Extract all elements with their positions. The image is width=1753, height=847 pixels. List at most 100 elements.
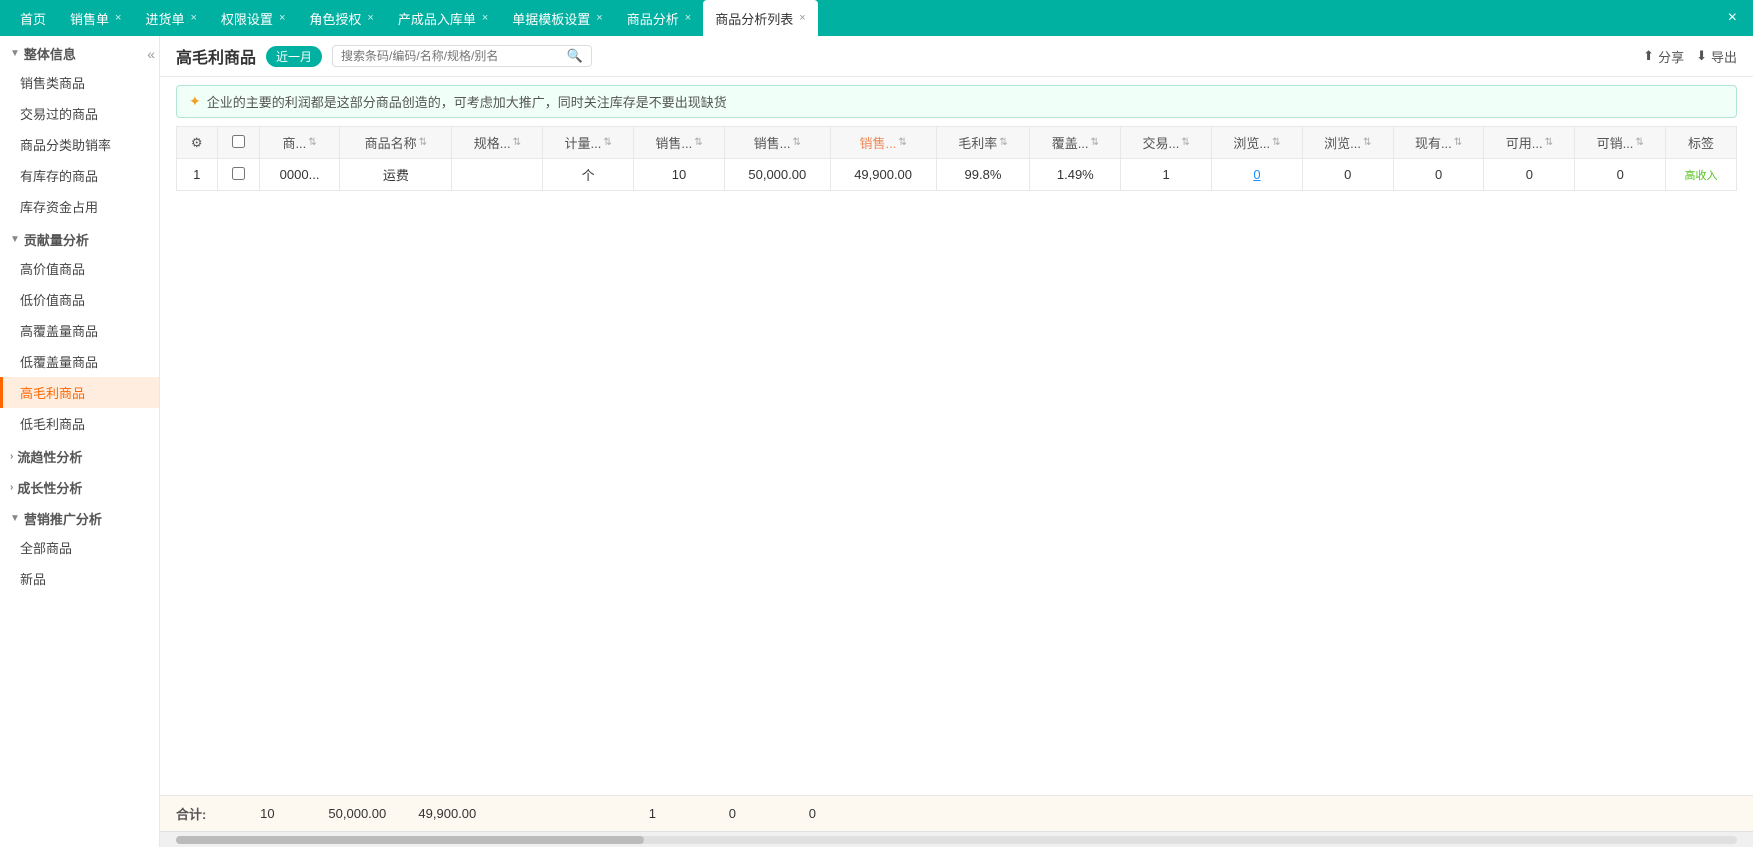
close-all-tabs[interactable]: × xyxy=(1720,9,1745,27)
arrow-marketing: ▼ xyxy=(10,513,20,524)
arrow-growth: › xyxy=(10,482,13,493)
footer-placeholder3 xyxy=(852,806,912,821)
col-code[interactable]: 商... ⇅ xyxy=(259,127,339,159)
col-name[interactable]: 商品名称 ⇅ xyxy=(340,127,452,159)
sort-icon-sales-profit: ⇅ xyxy=(898,137,906,148)
col-available-stock[interactable]: 可用... ⇅ xyxy=(1484,127,1575,159)
cell-checkbox[interactable] xyxy=(217,159,259,191)
cell-spec xyxy=(452,159,543,191)
close-analysis-list-tab[interactable]: × xyxy=(799,12,805,24)
footer-values: 10 50,000.00 49,900.00 1 0 0 xyxy=(222,806,1737,821)
sort-icon-saleable-stock: ⇅ xyxy=(1635,137,1643,148)
data-table: ⚙ 商... ⇅ xyxy=(176,126,1737,191)
browse1-link[interactable]: 0 xyxy=(1253,167,1260,182)
select-all-checkbox[interactable] xyxy=(232,135,245,148)
row-checkbox[interactable] xyxy=(232,167,245,180)
sidebar-item-stock-goods[interactable]: 有库存的商品 xyxy=(0,160,159,191)
footer-placeholder4 xyxy=(912,806,972,821)
search-icon[interactable]: 🔍 xyxy=(567,48,583,64)
col-unit[interactable]: 计量... ⇅ xyxy=(543,127,634,159)
tab-permission[interactable]: 权限设置 × xyxy=(209,0,297,36)
col-sales-qty[interactable]: 销售... ⇅ xyxy=(634,127,725,159)
col-current-stock[interactable]: 现有... ⇅ xyxy=(1393,127,1484,159)
cell-gross-margin: 99.8% xyxy=(936,159,1030,191)
close-purchase-tab[interactable]: × xyxy=(190,12,196,24)
tag-badge: 高收入 xyxy=(1685,170,1718,182)
sidebar-section-trend[interactable]: › 流趋性分析 xyxy=(0,439,159,470)
col-trade-count[interactable]: 交易... ⇅ xyxy=(1121,127,1212,159)
sidebar-item-low-value[interactable]: 低价值商品 xyxy=(0,284,159,315)
col-sales-amount[interactable]: 销售... ⇅ xyxy=(724,127,830,159)
close-template-tab[interactable]: × xyxy=(596,12,602,24)
sidebar-item-traded-goods[interactable]: 交易过的商品 xyxy=(0,98,159,129)
sort-icon-coverage: ⇅ xyxy=(1091,137,1099,148)
tab-analysis-list[interactable]: 商品分析列表 × xyxy=(703,0,817,36)
sort-icon-browse1: ⇅ xyxy=(1272,137,1280,148)
sidebar-section-contribution[interactable]: ▼ 贡献量分析 xyxy=(0,222,159,253)
tab-template[interactable]: 单据模板设置 × xyxy=(500,0,614,36)
sidebar-section-overall[interactable]: ▼ 整体信息 xyxy=(0,36,159,67)
close-permission-tab[interactable]: × xyxy=(279,12,285,24)
col-gross-margin[interactable]: 毛利率 ⇅ xyxy=(936,127,1030,159)
settings-icon[interactable]: ⚙ xyxy=(191,135,203,151)
tab-sales[interactable]: 销售单 × xyxy=(58,0,133,36)
filter-recent-month-btn[interactable]: 近一月 xyxy=(266,46,322,67)
horizontal-scrollbar[interactable] xyxy=(160,831,1753,847)
sidebar-item-low-margin[interactable]: 低毛利商品 xyxy=(0,408,159,439)
table-footer: 合计: 10 50,000.00 49,900.00 1 0 0 xyxy=(160,795,1753,831)
tab-role[interactable]: 角色授权 × xyxy=(297,0,385,36)
cell-tag: 高收入 xyxy=(1666,159,1737,191)
tab-analysis[interactable]: 商品分析 × xyxy=(615,0,703,36)
col-tag: 标签 xyxy=(1666,127,1737,159)
sidebar-collapse-btn[interactable]: « xyxy=(143,44,159,64)
close-analysis-tab[interactable]: × xyxy=(685,12,691,24)
tab-product-inbound[interactable]: 产成品入库单 × xyxy=(386,0,500,36)
top-nav: 首页 销售单 × 进货单 × 权限设置 × 角色授权 × 产成品入库单 × 单据… xyxy=(0,0,1753,36)
export-button[interactable]: ⬇ 导出 xyxy=(1696,47,1737,66)
cell-sales-qty: 10 xyxy=(634,159,725,191)
sidebar-item-high-coverage[interactable]: 高覆盖量商品 xyxy=(0,315,159,346)
sidebar-item-category-rate[interactable]: 商品分类助销率 xyxy=(0,129,159,160)
close-product-inbound-tab[interactable]: × xyxy=(482,12,488,24)
footer-placeholder1 xyxy=(492,806,552,821)
search-input[interactable] xyxy=(341,49,563,63)
footer-current-stock: 0 xyxy=(772,806,852,821)
col-spec[interactable]: 规格... ⇅ xyxy=(452,127,543,159)
cell-coverage: 1.49% xyxy=(1030,159,1121,191)
col-browse1[interactable]: 浏览... ⇅ xyxy=(1212,127,1303,159)
sidebar-section-growth[interactable]: › 成长性分析 xyxy=(0,470,159,501)
content-area: 高毛利商品 近一月 🔍 ⬆ 分享 ⬇ 导出 ✦ 企业的主要的利润都是这部分商品创… xyxy=(160,36,1753,847)
scroll-track[interactable] xyxy=(176,836,1737,844)
footer-sales-amount: 50,000.00 xyxy=(312,806,402,821)
sidebar-item-all-goods[interactable]: 全部商品 xyxy=(0,532,159,563)
tab-home[interactable]: 首页 xyxy=(8,0,58,36)
cell-current-stock: 0 xyxy=(1393,159,1484,191)
sidebar-item-low-coverage[interactable]: 低覆盖量商品 xyxy=(0,346,159,377)
search-box: 🔍 xyxy=(332,45,592,67)
header-actions: ⬆ 分享 ⬇ 导出 xyxy=(1643,47,1737,66)
col-saleable-stock[interactable]: 可销... ⇅ xyxy=(1575,127,1666,159)
cell-browse1[interactable]: 0 xyxy=(1212,159,1303,191)
footer-trade-count: 1 xyxy=(612,806,692,821)
tab-purchase[interactable]: 进货单 × xyxy=(133,0,208,36)
col-browse2[interactable]: 浏览... ⇅ xyxy=(1302,127,1393,159)
sidebar-item-high-margin[interactable]: 高毛利商品 xyxy=(0,377,159,408)
scroll-thumb[interactable] xyxy=(176,836,644,844)
close-role-tab[interactable]: × xyxy=(367,12,373,24)
close-sales-tab[interactable]: × xyxy=(115,12,121,24)
page-title: 高毛利商品 xyxy=(176,44,256,68)
share-button[interactable]: ⬆ 分享 xyxy=(1643,47,1684,66)
footer-sales-qty: 10 xyxy=(222,806,312,821)
col-coverage[interactable]: 覆盖... ⇅ xyxy=(1030,127,1121,159)
sidebar-item-sales-goods[interactable]: 销售类商品 xyxy=(0,67,159,98)
col-settings[interactable]: ⚙ xyxy=(177,127,218,159)
sort-icon-sales-amount: ⇅ xyxy=(793,137,801,148)
col-sales-profit[interactable]: 销售... ⇅ xyxy=(830,127,936,159)
sidebar-item-new-goods[interactable]: 新品 xyxy=(0,563,159,594)
sidebar-item-high-value[interactable]: 高价值商品 xyxy=(0,253,159,284)
table-container[interactable]: ⚙ 商... ⇅ xyxy=(160,126,1753,795)
sidebar-item-stock-capital[interactable]: 库存资金占用 xyxy=(0,191,159,222)
sort-icon-unit: ⇅ xyxy=(603,137,611,148)
col-checkbox[interactable] xyxy=(217,127,259,159)
sidebar-section-marketing[interactable]: ▼ 营销推广分析 xyxy=(0,501,159,532)
